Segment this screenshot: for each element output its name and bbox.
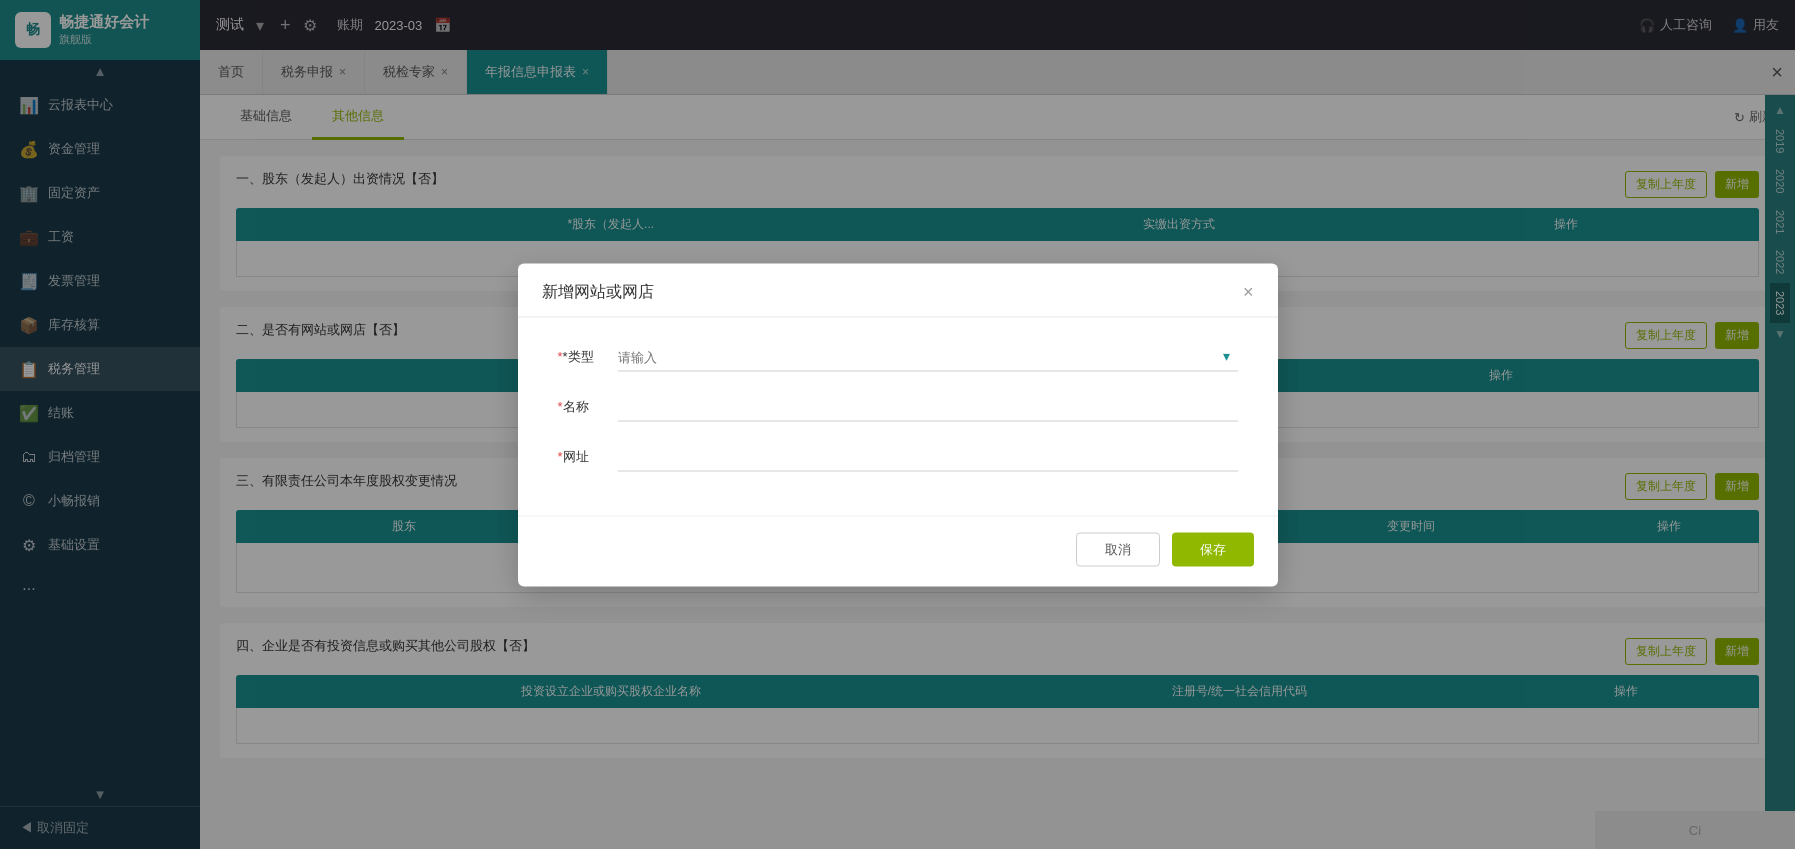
modal-footer: 取消 保存: [518, 515, 1278, 586]
url-field: [618, 445, 1238, 471]
save-button[interactable]: 保存: [1172, 532, 1254, 566]
modal-add-website: 新增网站或网店 × **类型 ▾ *名称 *网址: [518, 263, 1278, 586]
modal-body: **类型 ▾ *名称 *网址: [518, 317, 1278, 515]
type-field: ▾: [618, 345, 1238, 371]
name-label: *名称: [558, 397, 618, 421]
modal-close-button[interactable]: ×: [1243, 281, 1254, 302]
name-input[interactable]: [618, 395, 1238, 421]
url-input[interactable]: [618, 445, 1238, 471]
cancel-button[interactable]: 取消: [1076, 532, 1160, 566]
form-row-name: *名称: [558, 395, 1238, 421]
type-label: **类型: [558, 347, 618, 371]
modal-header: 新增网站或网店 ×: [518, 263, 1278, 317]
url-label: *网址: [558, 447, 618, 471]
form-row-type: **类型 ▾: [558, 345, 1238, 371]
type-input[interactable]: [618, 345, 1238, 371]
modal-title: 新增网站或网店: [542, 281, 654, 302]
name-field: [618, 395, 1238, 421]
form-row-url: *网址: [558, 445, 1238, 471]
